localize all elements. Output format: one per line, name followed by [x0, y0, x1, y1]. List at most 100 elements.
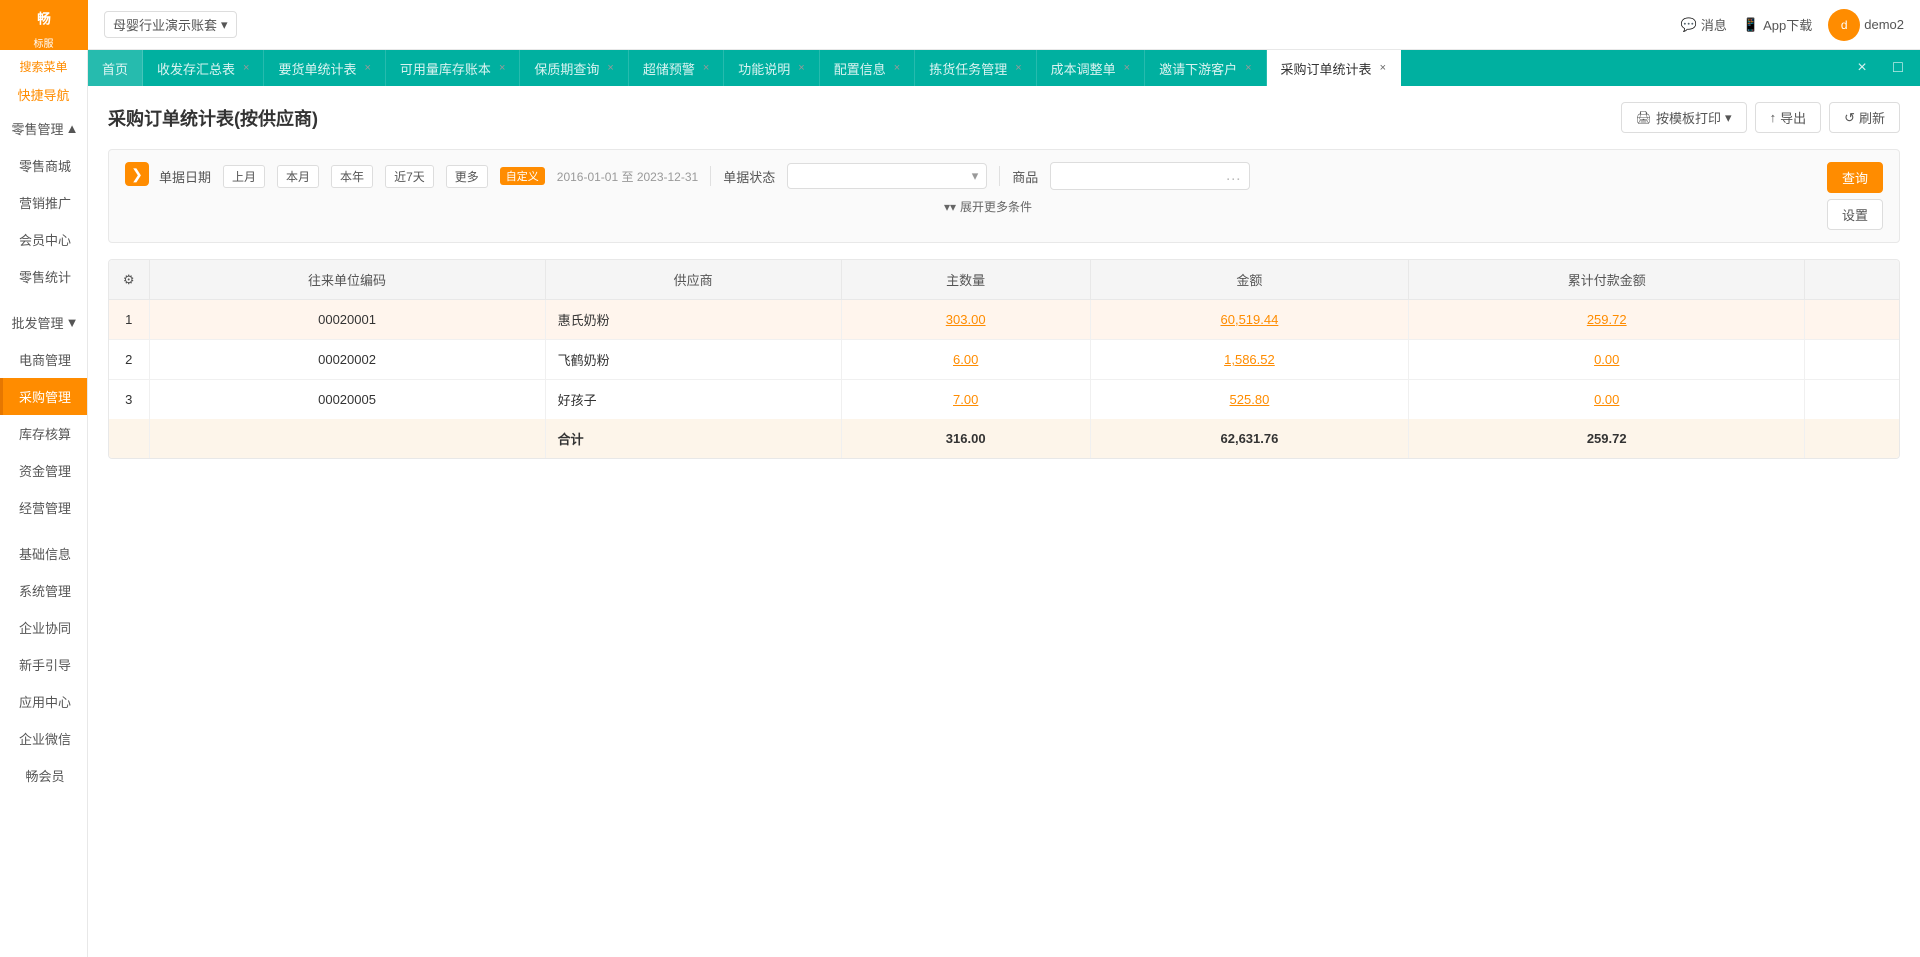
sidebar-item-purchase[interactable]: 采购管理 [0, 378, 87, 415]
topbar: 母婴行业演示账套 ▾ 💬 消息 📱 App下载 d demo2 [88, 0, 1920, 50]
sidebar-item-appcenter[interactable]: 应用中心 [0, 683, 87, 720]
settings-btn[interactable]: 设置 [1827, 199, 1883, 230]
tab-caigou-close[interactable]: × [1380, 62, 1386, 74]
date-btn-7days[interactable]: 近7天 [385, 165, 434, 188]
sidebar-item-system[interactable]: 系统管理 [0, 572, 87, 609]
tab-chengben[interactable]: 成本调整单 × [1037, 50, 1145, 86]
tab-caigou[interactable]: 采购订单统计表 × [1267, 50, 1401, 86]
sidebar: 畅 标服 搜索菜单 快捷导航 零售管理 ▲ 零售商城 营销推广 会员中心 零售统… [0, 0, 88, 957]
tab-peizhi-close[interactable]: × [894, 62, 900, 74]
print-btn[interactable]: 🖨 按模板打印 ▾ [1621, 102, 1747, 133]
td-num: 2 [109, 340, 149, 380]
sidebar-item-inventory[interactable]: 库存核算 [0, 415, 87, 452]
sidebar-item-appcenter-label: 应用中心 [19, 695, 71, 710]
tab-chaochuyujing-close[interactable]: × [703, 62, 709, 74]
td-amount: 1,586.52 [1090, 340, 1409, 380]
td-supplier: 飞鹤奶粉 [545, 340, 841, 380]
quick-nav-label[interactable]: 快捷导航 [17, 85, 69, 104]
maximize-tab-btn[interactable]: □ [1884, 54, 1912, 82]
tab-baobaoqi-close[interactable]: × [607, 62, 613, 74]
tab-tuohuo[interactable]: 拣货任务管理 × [915, 50, 1036, 86]
th-checkbox: ⚙ [109, 260, 149, 300]
filter-action-col: 查询 设置 [1827, 162, 1883, 230]
sidebar-item-operations[interactable]: 经营管理 [0, 489, 87, 526]
tab-yaoqing-close[interactable]: × [1245, 62, 1251, 74]
filter-area: 单据日期 上月 本月 本年 近7天 更多 自定义 2016-01-01 至 20… [159, 162, 1817, 215]
svg-text:畅: 畅 [37, 10, 51, 26]
tab-chengben-close[interactable]: × [1124, 62, 1130, 74]
sidebar-item-marketing[interactable]: 营销推广 [0, 184, 87, 221]
sidebar-item-ecommerce[interactable]: 电商管理 [0, 341, 87, 378]
sidebar-item-wechat[interactable]: 企业微信 [0, 720, 87, 757]
date-btn-last-month[interactable]: 上月 [223, 165, 265, 188]
print-btn-label: 按模板打印 [1656, 108, 1721, 127]
date-btn-more[interactable]: 更多 [446, 165, 488, 188]
sidebar-item-retail[interactable]: 零售管理 ▲ [0, 110, 87, 147]
tab-gongneng[interactable]: 功能说明 × [724, 50, 819, 86]
tab-yaohuo[interactable]: 要货单统计表 × [264, 50, 385, 86]
content-area: 采购订单统计表(按供应商) 🖨 按模板打印 ▾ ↑ 导出 ↺ 刷新 [88, 86, 1920, 957]
search-menu-label[interactable]: 搜索菜单 [19, 60, 67, 74]
goods-input[interactable]: … [1050, 162, 1250, 190]
tab-home[interactable]: 首页 [88, 50, 143, 86]
message-btn[interactable]: 💬 消息 [1681, 15, 1727, 34]
table-row: 2 00020002 飞鹤奶粉 6.00 1,586.52 0.00 [109, 340, 1899, 380]
tab-chengben-label: 成本调整单 [1051, 59, 1116, 78]
sidebar-item-finance[interactable]: 资金管理 [0, 452, 87, 489]
tab-keyongliang[interactable]: 可用量库存账本 × [386, 50, 520, 86]
close-tab-btn[interactable]: × [1848, 54, 1876, 82]
query-btn[interactable]: 查询 [1827, 162, 1883, 193]
tab-yaoqing[interactable]: 邀请下游客户 × [1145, 50, 1266, 86]
tab-baobaoqi[interactable]: 保质期查询 × [520, 50, 628, 86]
quick-nav[interactable]: 快捷导航 [17, 79, 69, 110]
expand-filter-btn[interactable]: ▾▾ 展开更多条件 [944, 198, 1032, 215]
sidebar-item-vip[interactable]: 畅会员 [0, 757, 87, 794]
tab-shoufahuizong[interactable]: 收发存汇总表 × [143, 50, 264, 86]
export-icon: ↑ [1770, 110, 1777, 125]
tab-baobaoqi-label: 保质期查询 [534, 59, 599, 78]
user-profile[interactable]: d demo2 [1828, 9, 1904, 41]
sidebar-item-wholesale[interactable]: 批发管理 ▼ [0, 304, 87, 341]
tab-yaohuo-close[interactable]: × [364, 62, 370, 74]
table-row: 3 00020005 好孩子 7.00 525.80 0.00 [109, 380, 1899, 420]
workspace-selector[interactable]: 母婴行业演示账套 ▾ [104, 11, 237, 38]
topbar-left: 母婴行业演示账套 ▾ [104, 11, 237, 38]
date-btn-this-month[interactable]: 本月 [277, 165, 319, 188]
export-btn-label: 导出 [1780, 108, 1806, 127]
tab-peizhi[interactable]: 配置信息 × [820, 50, 915, 86]
td-code: 00020002 [149, 340, 545, 380]
sidebar-item-basicinfo[interactable]: 基础信息 [0, 535, 87, 572]
tab-tuohuo-close[interactable]: × [1015, 62, 1021, 74]
tab-chaochuyujing-label: 超储预警 [643, 59, 695, 78]
sidebar-item-corp[interactable]: 企业协同 [0, 609, 87, 646]
refresh-btn[interactable]: ↺ 刷新 [1829, 102, 1900, 133]
tab-keyongliang-close[interactable]: × [499, 62, 505, 74]
settings-col-icon[interactable]: ⚙ [123, 272, 135, 287]
app-download-label: App下载 [1763, 15, 1812, 34]
date-btn-this-year[interactable]: 本年 [331, 165, 373, 188]
th-empty [1805, 260, 1899, 300]
filter-divider-1 [710, 166, 711, 186]
sidebar-item-retail-stats[interactable]: 零售统计 [0, 258, 87, 295]
app-download-btn[interactable]: 📱 App下载 [1743, 15, 1812, 34]
collapse-filter-btn[interactable]: ❯ [125, 162, 149, 186]
search-menu[interactable]: 搜索菜单 [0, 50, 87, 79]
sidebar-item-retail-store[interactable]: 零售商城 [0, 147, 87, 184]
goods-more-btn[interactable]: … [1225, 167, 1241, 185]
td-paid: 0.00 [1409, 340, 1805, 380]
td-qty: 303.00 [841, 300, 1090, 340]
tab-shoufahuizong-close[interactable]: × [243, 62, 249, 74]
sidebar-item-member[interactable]: 会员中心 [0, 221, 87, 258]
tab-peizhi-label: 配置信息 [834, 59, 886, 78]
sidebar-item-newbie[interactable]: 新手引导 [0, 646, 87, 683]
td-amount: 60,519.44 [1090, 300, 1409, 340]
tab-caigou-label: 采购订单统计表 [1281, 59, 1372, 78]
export-btn[interactable]: ↑ 导出 [1755, 102, 1822, 133]
filter-expand-row: ▾▾ 展开更多条件 [159, 190, 1817, 215]
footer-empty-1 [109, 419, 149, 458]
status-select[interactable]: ▾ [787, 163, 987, 189]
td-amount: 525.80 [1090, 380, 1409, 420]
tab-chaochuyujing[interactable]: 超储预警 × [629, 50, 724, 86]
tab-gongneng-close[interactable]: × [798, 62, 804, 74]
refresh-icon: ↺ [1844, 110, 1855, 126]
